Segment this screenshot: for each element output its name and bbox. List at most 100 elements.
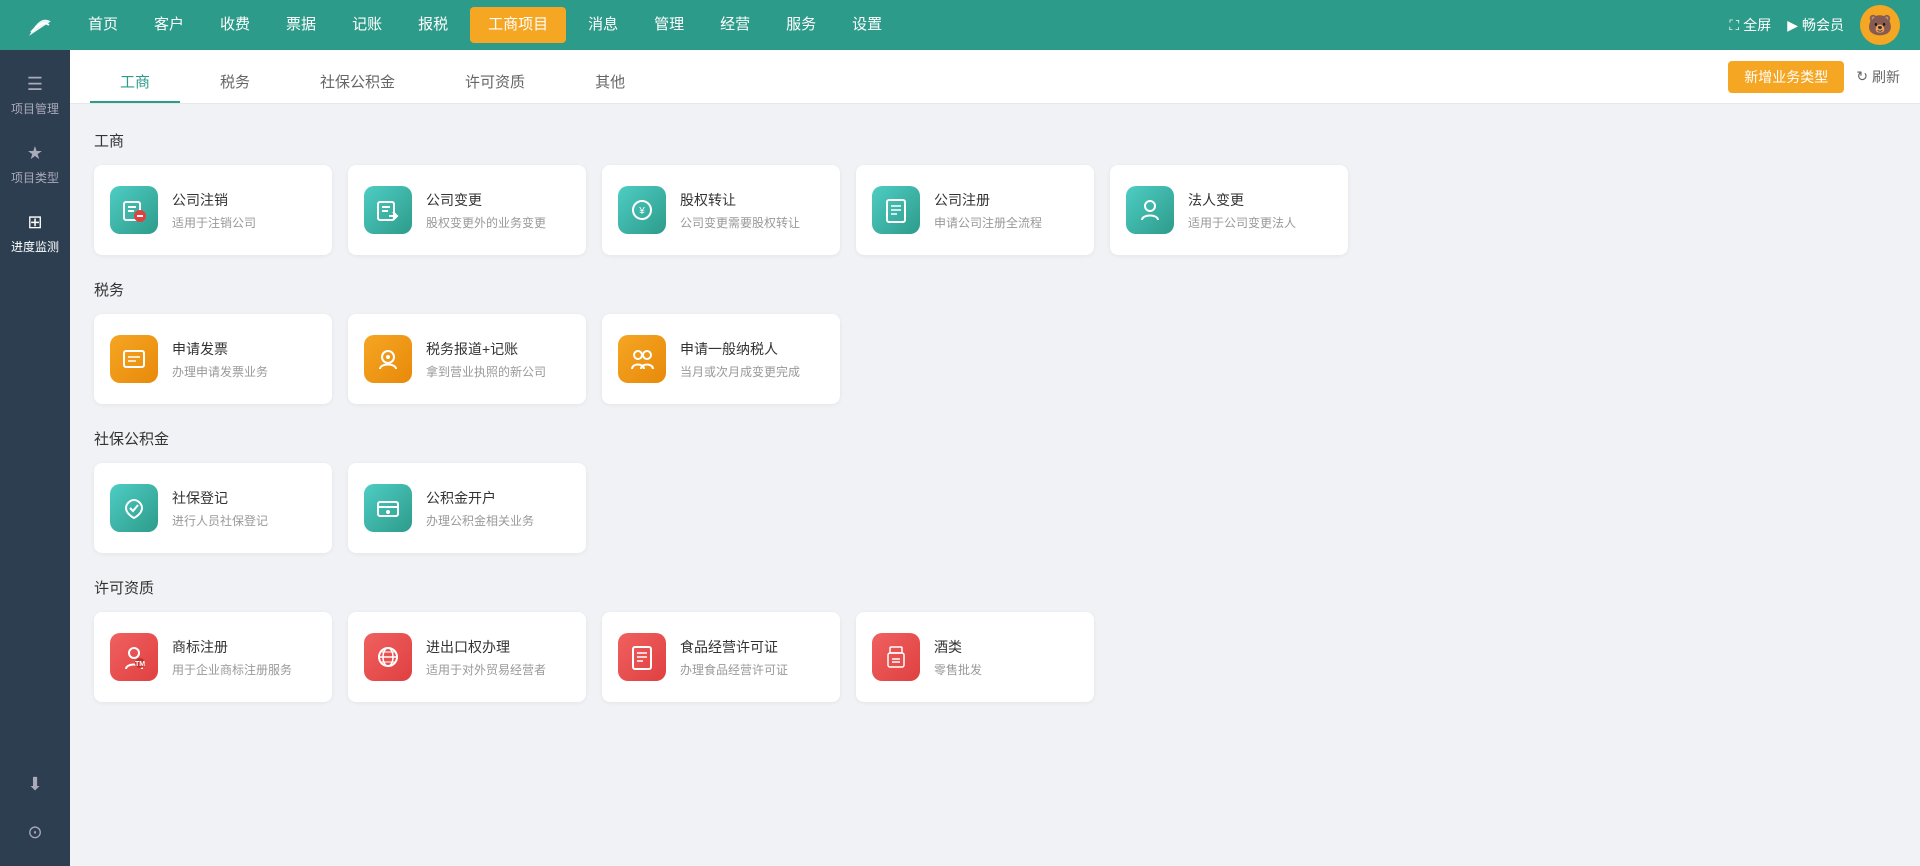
gongshang-title: 工商 bbox=[94, 130, 1896, 151]
card-legal-change[interactable]: 法人变更 适用于公司变更法人 bbox=[1110, 165, 1348, 255]
card-import-export-title: 进出口权办理 bbox=[426, 637, 570, 657]
add-type-button[interactable]: 新增业务类型 bbox=[1728, 61, 1844, 93]
tab-shebao[interactable]: 社保公积金 bbox=[290, 63, 425, 103]
fullscreen-label: 全屏 bbox=[1743, 15, 1771, 35]
card-food-license-desc: 办理食品经营许可证 bbox=[680, 661, 824, 678]
card-trademark-icon: TM bbox=[110, 633, 158, 681]
sidebar: ☰ 项目管理 ★ 项目类型 ⊞ 进度监测 ⬇ ⊙ bbox=[0, 50, 70, 866]
sidebar-item-progress[interactable]: ⊞ 进度监测 bbox=[0, 198, 70, 267]
sidebar-item-download[interactable]: ⬇ bbox=[0, 760, 70, 808]
nav-tax-report[interactable]: 报税 bbox=[400, 0, 466, 50]
shuiwu-section: 税务 申请发票 办理申请发票业务 bbox=[94, 279, 1896, 404]
card-legal-change-info: 法人变更 适用于公司变更法人 bbox=[1188, 190, 1332, 231]
card-import-export-icon bbox=[364, 633, 412, 681]
nav-fee[interactable]: 收费 bbox=[202, 0, 268, 50]
xuke-title: 许可资质 bbox=[94, 577, 1896, 598]
card-provident-fund-info: 公积金开户 办理公积金相关业务 bbox=[426, 488, 570, 529]
card-company-register-info: 公司注册 申请公司注册全流程 bbox=[934, 190, 1078, 231]
fullscreen-button[interactable]: ⛶ 全屏 bbox=[1729, 15, 1771, 35]
xuke-section: 许可资质 TM 商标注册 用于 bbox=[94, 577, 1896, 702]
fullscreen-icon: ⛶ bbox=[1729, 17, 1739, 34]
refresh-label: 刷新 bbox=[1872, 67, 1900, 87]
card-import-export[interactable]: 进出口权办理 适用于对外贸易经营者 bbox=[348, 612, 586, 702]
card-food-license-icon bbox=[618, 633, 666, 681]
card-company-change-title: 公司变更 bbox=[426, 190, 570, 210]
refresh-button[interactable]: ↻ 刷新 bbox=[1856, 67, 1900, 87]
download-icon: ⬇ bbox=[23, 772, 47, 796]
card-provident-fund-desc: 办理公积金相关业务 bbox=[426, 512, 570, 529]
card-company-cancel[interactable]: 公司注销 适用于注销公司 bbox=[94, 165, 332, 255]
card-social-insurance-desc: 进行人员社保登记 bbox=[172, 512, 316, 529]
card-general-taxpayer-desc: 当月或次月成变更完成 bbox=[680, 363, 824, 380]
tab-other[interactable]: 其他 bbox=[565, 63, 655, 103]
card-general-taxpayer[interactable]: 申请一般纳税人 当月或次月成变更完成 bbox=[602, 314, 840, 404]
nav-message[interactable]: 消息 bbox=[570, 0, 636, 50]
svg-text:¥: ¥ bbox=[638, 206, 645, 217]
card-trademark[interactable]: TM 商标注册 用于企业商标注册服务 bbox=[94, 612, 332, 702]
tab-gongshang[interactable]: 工商 bbox=[90, 63, 180, 103]
card-provident-fund[interactable]: 公积金开户 办理公积金相关业务 bbox=[348, 463, 586, 553]
card-tax-report-desc: 拿到营业执照的新公司 bbox=[426, 363, 570, 380]
sidebar-label-project-manage: 项目管理 bbox=[11, 100, 59, 117]
avatar[interactable]: 🐻 bbox=[1860, 5, 1900, 45]
card-company-cancel-desc: 适用于注销公司 bbox=[172, 214, 316, 231]
card-social-insurance[interactable]: 社保登记 进行人员社保登记 bbox=[94, 463, 332, 553]
nav-bill[interactable]: 票据 bbox=[268, 0, 334, 50]
nav-operation[interactable]: 经营 bbox=[702, 0, 768, 50]
card-alcohol-info: 酒类 零售批发 bbox=[934, 637, 1078, 678]
scroll-content[interactable]: 工商 公司注销 bbox=[70, 104, 1920, 866]
svg-text:TM: TM bbox=[135, 661, 145, 668]
card-company-cancel-info: 公司注销 适用于注销公司 bbox=[172, 190, 316, 231]
sidebar-item-project-type[interactable]: ★ 项目类型 bbox=[0, 129, 70, 198]
nav-bookkeeping[interactable]: 记账 bbox=[334, 0, 400, 50]
sidebar-item-location[interactable]: ⊙ bbox=[0, 808, 70, 856]
card-import-export-info: 进出口权办理 适用于对外贸易经营者 bbox=[426, 637, 570, 678]
card-general-taxpayer-info: 申请一般纳税人 当月或次月成变更完成 bbox=[680, 339, 824, 380]
card-equity-transfer-desc: 公司变更需要股权转让 bbox=[680, 214, 824, 231]
tab-actions: 新增业务类型 ↻ 刷新 bbox=[1728, 61, 1900, 93]
content-area: 工商 税务 社保公积金 许可资质 其他 新增业务类型 ↻ 刷新 工商 bbox=[70, 50, 1920, 866]
card-food-license-title: 食品经营许可证 bbox=[680, 637, 824, 657]
card-invoice-icon bbox=[110, 335, 158, 383]
main-layout: ☰ 项目管理 ★ 项目类型 ⊞ 进度监测 ⬇ ⊙ 工商 税务 社保公积金 许可资… bbox=[0, 50, 1920, 866]
card-company-cancel-icon bbox=[110, 186, 158, 234]
card-invoice[interactable]: 申请发票 办理申请发票业务 bbox=[94, 314, 332, 404]
card-invoice-desc: 办理申请发票业务 bbox=[172, 363, 316, 380]
nav-settings[interactable]: 设置 bbox=[834, 0, 900, 50]
card-company-change-desc: 股权变更外的业务变更 bbox=[426, 214, 570, 231]
shuiwu-title: 税务 bbox=[94, 279, 1896, 300]
card-general-taxpayer-icon bbox=[618, 335, 666, 383]
card-equity-transfer-title: 股权转让 bbox=[680, 190, 824, 210]
nav-client[interactable]: 客户 bbox=[136, 0, 202, 50]
progress-icon: ⊞ bbox=[23, 210, 47, 234]
card-tax-report-icon bbox=[364, 335, 412, 383]
member-icon: ▶ bbox=[1787, 17, 1798, 34]
card-alcohol-desc: 零售批发 bbox=[934, 661, 1078, 678]
card-invoice-info: 申请发票 办理申请发票业务 bbox=[172, 339, 316, 380]
gongshang-card-grid: 公司注销 适用于注销公司 bbox=[94, 165, 1896, 255]
location-icon: ⊙ bbox=[23, 820, 47, 844]
nav-manage[interactable]: 管理 bbox=[636, 0, 702, 50]
sidebar-label-progress: 进度监测 bbox=[11, 238, 59, 255]
tab-xuke[interactable]: 许可资质 bbox=[435, 63, 555, 103]
member-button[interactable]: ▶ 畅会员 bbox=[1787, 15, 1844, 35]
sidebar-item-project-manage[interactable]: ☰ 项目管理 bbox=[0, 60, 70, 129]
card-alcohol[interactable]: 酒类 零售批发 bbox=[856, 612, 1094, 702]
card-company-register[interactable]: 公司注册 申请公司注册全流程 bbox=[856, 165, 1094, 255]
card-provident-fund-title: 公积金开户 bbox=[426, 488, 570, 508]
card-equity-transfer[interactable]: ¥ 股权转让 公司变更需要股权转让 bbox=[602, 165, 840, 255]
card-tax-report[interactable]: 税务报道+记账 拿到营业执照的新公司 bbox=[348, 314, 586, 404]
card-import-export-desc: 适用于对外贸易经营者 bbox=[426, 661, 570, 678]
card-tax-report-info: 税务报道+记账 拿到营业执照的新公司 bbox=[426, 339, 570, 380]
nav-business[interactable]: 工商项目 bbox=[470, 7, 566, 43]
tab-shuiwu[interactable]: 税务 bbox=[190, 63, 280, 103]
shebao-title: 社保公积金 bbox=[94, 428, 1896, 449]
project-manage-icon: ☰ bbox=[23, 72, 47, 96]
card-food-license[interactable]: 食品经营许可证 办理食品经营许可证 bbox=[602, 612, 840, 702]
nav-service[interactable]: 服务 bbox=[768, 0, 834, 50]
card-food-license-info: 食品经营许可证 办理食品经营许可证 bbox=[680, 637, 824, 678]
nav-home[interactable]: 首页 bbox=[70, 0, 136, 50]
card-company-change[interactable]: 公司变更 股权变更外的业务变更 bbox=[348, 165, 586, 255]
card-social-insurance-title: 社保登记 bbox=[172, 488, 316, 508]
card-legal-change-desc: 适用于公司变更法人 bbox=[1188, 214, 1332, 231]
